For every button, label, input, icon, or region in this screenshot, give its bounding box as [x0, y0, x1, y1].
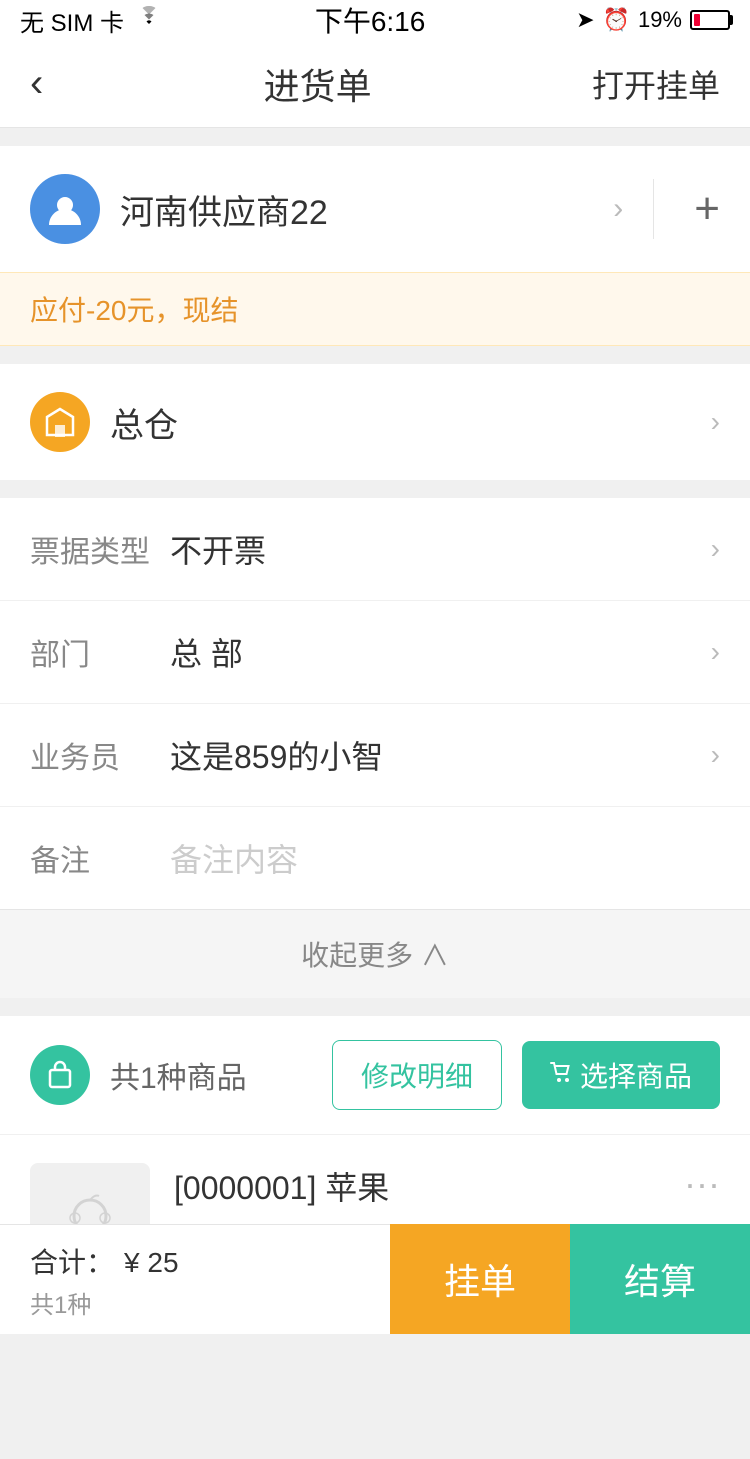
supplier-divider [653, 179, 654, 239]
checkout-button[interactable]: 结算 [570, 1224, 750, 1334]
open-hold-button[interactable]: 打开挂单 [592, 61, 720, 107]
supplier-avatar [30, 174, 100, 244]
remark-placeholder: 备注内容 [170, 835, 720, 881]
location-icon: ➤ [576, 7, 594, 33]
warehouse-row[interactable]: 总仓 › [0, 364, 750, 480]
invoice-label: 票据类型 [30, 527, 150, 571]
product-count: 共1种商品 [110, 1053, 312, 1097]
warehouse-name: 总仓 [110, 398, 711, 447]
dept-chevron-icon: › [711, 636, 720, 668]
supplier-name: 河南供应商22 [120, 185, 613, 234]
status-left: 无 SIM 卡 [20, 3, 164, 38]
warehouse-icon [30, 392, 90, 452]
supplier-section: 河南供应商22 › + 应付-20元，现结 [0, 146, 750, 346]
bottom-bar: 合计： ¥ 25 共1种 挂单 结算 [0, 1224, 750, 1334]
alarm-icon: ⏰ [603, 7, 630, 33]
product-header: 共1种商品 修改明细 选择商品 [0, 1016, 750, 1134]
select-product-button[interactable]: 选择商品 [522, 1041, 720, 1109]
add-supplier-icon[interactable]: + [694, 184, 720, 234]
hold-button[interactable]: 挂单 [390, 1224, 570, 1334]
battery-icon [690, 10, 730, 30]
supplier-row[interactable]: 河南供应商22 › + [0, 146, 750, 272]
nav-bar: ‹ 进货单 打开挂单 [0, 40, 750, 128]
dept-row[interactable]: 部门 总 部 › [0, 600, 750, 703]
product-name: [0000001] 苹果 [174, 1163, 660, 1209]
total-value: ¥ 25 [124, 1247, 179, 1278]
sales-label: 业务员 [30, 733, 150, 777]
invoice-chevron-icon: › [711, 533, 720, 565]
page-title: 进货单 [264, 58, 372, 110]
status-bar: 无 SIM 卡 下午6:16 ➤ ⏰ 19% [0, 0, 750, 40]
total-amount: 合计： ¥ 25 [30, 1239, 360, 1281]
sales-chevron-icon: › [711, 739, 720, 771]
total-label: 合计： [30, 1247, 114, 1278]
invoice-value: 不开票 [170, 526, 711, 572]
back-button[interactable]: ‹ [30, 61, 43, 106]
remark-label: 备注 [30, 836, 150, 880]
product-bag-icon [30, 1045, 90, 1105]
more-options-icon[interactable]: ··· [684, 1163, 720, 1205]
form-section: 票据类型 不开票 › 部门 总 部 › 业务员 这是859的小智 › 备注 备注… [0, 498, 750, 998]
battery-percent: 19% [638, 7, 682, 33]
product-code: [0000001] [174, 1170, 316, 1206]
wifi-icon [134, 6, 164, 35]
status-right: ➤ ⏰ 19% [576, 7, 730, 33]
cart-icon [550, 1059, 572, 1091]
sales-value: 这是859的小智 [170, 732, 711, 778]
total-sub: 共1种 [30, 1285, 360, 1320]
status-time: 下午6:16 [315, 0, 426, 40]
carrier-text: 无 SIM 卡 [20, 3, 124, 38]
invoice-row[interactable]: 票据类型 不开票 › [0, 498, 750, 600]
warehouse-chevron-icon: › [711, 406, 720, 438]
notice-bar: 应付-20元，现结 [0, 272, 750, 346]
product-title: 苹果 [325, 1170, 389, 1206]
edit-detail-button[interactable]: 修改明细 [332, 1040, 502, 1110]
dept-label: 部门 [30, 630, 150, 674]
collapse-button[interactable]: 收起更多 ∧ [0, 909, 750, 998]
remark-row[interactable]: 备注 备注内容 [0, 806, 750, 909]
supplier-chevron-icon: › [613, 192, 623, 226]
sales-row[interactable]: 业务员 这是859的小智 › [0, 703, 750, 806]
warehouse-section: 总仓 › [0, 364, 750, 480]
total-section: 合计： ¥ 25 共1种 [0, 1224, 390, 1334]
supplier-actions: › + [613, 179, 720, 239]
select-product-label: 选择商品 [580, 1055, 692, 1095]
dept-value: 总 部 [170, 629, 711, 675]
